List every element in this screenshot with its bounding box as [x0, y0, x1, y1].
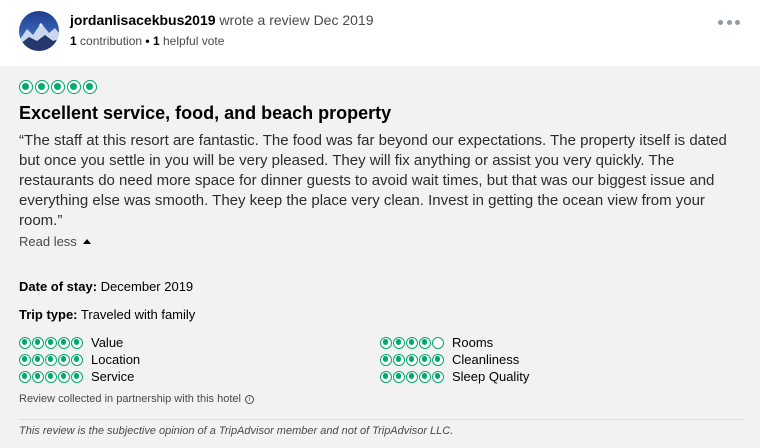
review-action: wrote a review Dec 2019 — [219, 12, 374, 28]
more-options-icon[interactable] — [718, 16, 740, 28]
filled-bubble-icon — [67, 80, 81, 94]
trip-type-label: Trip type: — [19, 307, 78, 322]
collected-text: Review collected in partnership with thi… — [19, 393, 241, 405]
sub-rating-location: Location — [19, 352, 140, 367]
reviewer-name[interactable]: jordanlisacekbus2019 — [70, 12, 216, 28]
filled-bubble-icon — [83, 80, 97, 94]
contribution-label: contribution — [80, 34, 143, 48]
date-of-stay: Date of stay: December 2019 — [19, 279, 193, 294]
sub-rating-value: Value — [19, 335, 123, 350]
sub-rating-label: Location — [91, 352, 141, 367]
sub-rating-label: Rooms — [452, 335, 494, 350]
filled-bubble-icon — [71, 336, 83, 349]
filled-bubble-icon — [419, 370, 431, 383]
filled-bubble-icon — [32, 353, 44, 366]
filled-bubble-icon — [45, 370, 57, 383]
filled-bubble-icon — [393, 336, 405, 349]
filled-bubble-icon — [393, 370, 405, 383]
sub-rating-label: Value — [91, 335, 124, 350]
filled-bubble-icon — [58, 336, 70, 349]
filled-bubble-icon — [51, 80, 65, 94]
filled-bubble-icon — [432, 353, 444, 366]
sub-rating-cleanliness: Cleanliness — [380, 352, 519, 367]
sub-rating-label: Service — [91, 369, 135, 384]
sleep-quality-rating-bubbles — [380, 370, 444, 383]
filled-bubble-icon — [406, 353, 418, 366]
disclaimer: This review is the subjective opinion of… — [19, 425, 454, 437]
filled-bubble-icon — [35, 80, 49, 94]
sub-rating-rooms: Rooms — [380, 335, 493, 350]
sub-rating-label: Sleep Quality — [452, 369, 530, 384]
read-less-label: Read less — [19, 234, 77, 249]
filled-bubble-icon — [32, 336, 44, 349]
review-title[interactable]: Excellent service, food, and beach prope… — [19, 103, 391, 124]
location-rating-bubbles — [19, 353, 83, 366]
filled-bubble-icon — [380, 370, 392, 383]
filled-bubble-icon — [406, 336, 418, 349]
trip-type: Trip type: Traveled with family — [19, 307, 195, 322]
filled-bubble-icon — [19, 370, 31, 383]
stats-separator: • — [145, 34, 150, 48]
filled-bubble-icon — [45, 353, 57, 366]
caret-up-icon — [82, 239, 91, 244]
filled-bubble-icon — [19, 336, 31, 349]
empty-bubble-icon — [432, 336, 444, 349]
reviewer-stats: 1 contribution • 1 helpful vote — [70, 34, 224, 48]
filled-bubble-icon — [19, 353, 31, 366]
collected-notice: Review collected in partnership with thi… — [19, 393, 254, 405]
sub-rating-service: Service — [19, 369, 134, 384]
filled-bubble-icon — [71, 353, 83, 366]
review-text: “The staff at this resort are fantastic.… — [19, 132, 727, 229]
filled-bubble-icon — [32, 370, 44, 383]
sub-rating-label: Cleanliness — [452, 352, 520, 367]
avatar[interactable] — [19, 11, 59, 51]
filled-bubble-icon — [58, 370, 70, 383]
filled-bubble-icon — [71, 370, 83, 383]
filled-bubble-icon — [58, 353, 70, 366]
contribution-count: 1 — [70, 34, 77, 48]
filled-bubble-icon — [393, 353, 405, 366]
service-rating-bubbles — [19, 370, 83, 383]
trip-type-value: Traveled with family — [80, 307, 196, 322]
review-header: jordanlisacekbus2019 wrote a review Dec … — [0, 0, 760, 66]
read-less-button[interactable]: Read less — [19, 234, 91, 249]
value-rating-bubbles — [19, 336, 83, 349]
sub-rating-sleep-quality: Sleep Quality — [380, 369, 529, 384]
info-icon[interactable]: i — [244, 394, 254, 404]
reviewer-line: jordanlisacekbus2019 wrote a review Dec … — [70, 12, 374, 28]
helpful-count: 1 — [152, 34, 160, 48]
date-of-stay-label: Date of stay: — [19, 279, 98, 294]
helpful-label: helpful vote — [163, 34, 225, 48]
divider — [19, 419, 743, 420]
date-of-stay-value: December 2019 — [100, 279, 194, 294]
cleanliness-rating-bubbles — [380, 353, 444, 366]
filled-bubble-icon — [19, 80, 33, 94]
filled-bubble-icon — [380, 353, 392, 366]
filled-bubble-icon — [419, 336, 431, 349]
filled-bubble-icon — [419, 353, 431, 366]
filled-bubble-icon — [45, 336, 57, 349]
rooms-rating-bubbles — [380, 336, 444, 349]
filled-bubble-icon — [380, 336, 392, 349]
filled-bubble-icon — [406, 370, 418, 383]
filled-bubble-icon — [432, 370, 444, 383]
avatar-photo-icon — [19, 11, 59, 51]
review-rating-bubbles — [19, 80, 97, 94]
